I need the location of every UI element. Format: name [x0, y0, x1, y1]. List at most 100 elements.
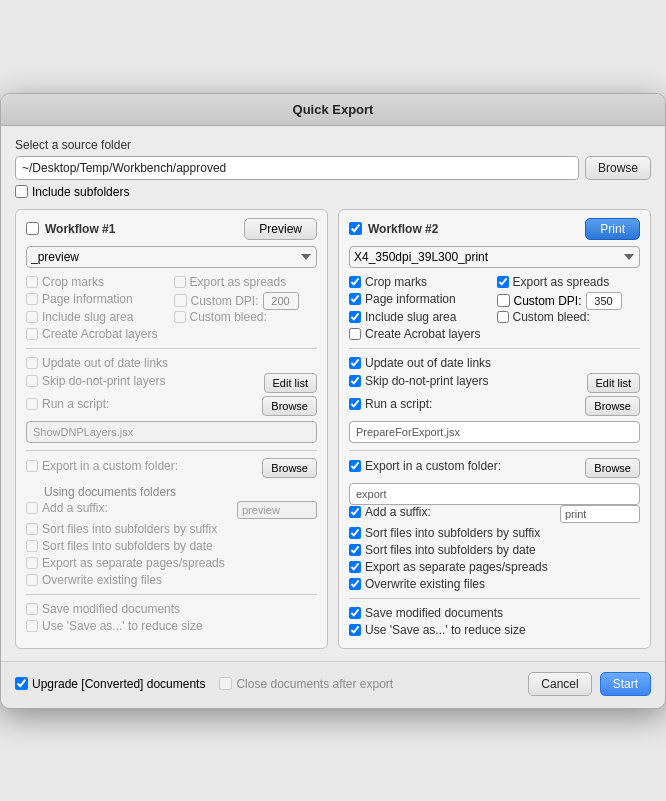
workflow2-suffix-label[interactable]: Add a suffix: — [365, 505, 431, 519]
workflow2-overwrite-checkbox[interactable] — [349, 578, 361, 590]
workflow2-page-info-label[interactable]: Page information — [365, 292, 456, 306]
workflow2-save-modified-label[interactable]: Save modified documents — [365, 606, 503, 620]
workflow1-slug-checkbox[interactable] — [26, 311, 38, 323]
workflow1-sort-suffix-label[interactable]: Sort files into subfolders by suffix — [42, 522, 217, 536]
workflow1-dropdown[interactable]: _preview — [26, 246, 317, 268]
workflow1-bleed-checkbox[interactable] — [174, 311, 186, 323]
workflow1-overwrite-label[interactable]: Overwrite existing files — [42, 573, 162, 587]
workflow2-browse-script-button[interactable]: Browse — [585, 396, 640, 416]
workflow1-suffix-label[interactable]: Add a suffix: — [42, 501, 108, 515]
workflow2-sort-date-label[interactable]: Sort files into subfolders by date — [365, 543, 536, 557]
include-subfolders-checkbox[interactable] — [15, 185, 28, 198]
workflow2-checkbox[interactable] — [349, 222, 362, 235]
workflow2-custom-folder-label[interactable]: Export in a custom folder: — [365, 459, 501, 473]
workflow2-layers-checkbox[interactable] — [349, 328, 361, 340]
workflow1-suffix-input[interactable] — [237, 501, 317, 519]
workflow1-custom-dpi-checkbox[interactable] — [174, 294, 187, 307]
workflow1-sort-date-checkbox[interactable] — [26, 540, 38, 552]
workflow2-sort-suffix-checkbox[interactable] — [349, 527, 361, 539]
workflow2-custom-folder-checkbox[interactable] — [349, 460, 361, 472]
workflow2-export-spreads-label[interactable]: Export as spreads — [513, 275, 610, 289]
close-docs-label[interactable]: Close documents after export — [236, 677, 393, 691]
workflow1-crop-marks-label[interactable]: Crop marks — [42, 275, 104, 289]
workflow2-bleed-label[interactable]: Custom bleed: — [513, 310, 590, 324]
workflow1-title[interactable]: Workflow #1 — [45, 222, 115, 236]
workflow2-skip-layers-checkbox[interactable] — [349, 375, 361, 387]
workflow1-browse-script-button[interactable]: Browse — [262, 396, 317, 416]
workflow1-overwrite-checkbox[interactable] — [26, 574, 38, 586]
workflow1-slug-label[interactable]: Include slug area — [42, 310, 133, 324]
workflow1-custom-dpi-label[interactable]: Custom DPI: — [191, 294, 259, 308]
start-button[interactable]: Start — [600, 672, 651, 696]
workflow1-custom-folder-checkbox[interactable] — [26, 460, 38, 472]
workflow2-bleed-checkbox[interactable] — [497, 311, 509, 323]
workflow2-sort-suffix-label[interactable]: Sort files into subfolders by suffix — [365, 526, 540, 540]
source-path-input[interactable] — [15, 156, 579, 180]
workflow2-run-script-label[interactable]: Run a script: — [365, 397, 432, 411]
workflow2-crop-marks-checkbox[interactable] — [349, 276, 361, 288]
workflow2-overwrite-label[interactable]: Overwrite existing files — [365, 577, 485, 591]
workflow2-export-separate-label[interactable]: Export as separate pages/spreads — [365, 560, 548, 574]
workflow1-save-modified-checkbox[interactable] — [26, 603, 38, 615]
workflow2-folder-input[interactable] — [349, 483, 640, 505]
workflow2-custom-dpi-label[interactable]: Custom DPI: — [514, 294, 582, 308]
workflow2-save-as-label[interactable]: Use 'Save as...' to reduce size — [365, 623, 526, 637]
workflow1-export-separate-label[interactable]: Export as separate pages/spreads — [42, 556, 225, 570]
workflow1-browse-folder-button[interactable]: Browse — [262, 458, 317, 478]
workflow1-export-spreads-label[interactable]: Export as spreads — [190, 275, 287, 289]
workflow1-save-modified-label[interactable]: Save modified documents — [42, 602, 180, 616]
workflow2-browse-folder-button[interactable]: Browse — [585, 458, 640, 478]
workflow2-suffix-input[interactable] — [560, 505, 640, 523]
workflow2-page-info-checkbox[interactable] — [349, 293, 361, 305]
workflow2-crop-marks-label[interactable]: Crop marks — [365, 275, 427, 289]
workflow1-bleed-label[interactable]: Custom bleed: — [190, 310, 267, 324]
workflow2-update-links-checkbox[interactable] — [349, 357, 361, 369]
workflow1-sort-date-label[interactable]: Sort files into subfolders by date — [42, 539, 213, 553]
workflow1-layers-checkbox[interactable] — [26, 328, 38, 340]
workflow2-custom-dpi-checkbox[interactable] — [497, 294, 510, 307]
workflow2-skip-layers-label[interactable]: Skip do-not-print layers — [365, 374, 488, 388]
close-docs-checkbox[interactable] — [219, 677, 232, 690]
workflow1-page-info-checkbox[interactable] — [26, 293, 38, 305]
workflow2-sort-date-checkbox[interactable] — [349, 544, 361, 556]
workflow1-dpi-input[interactable] — [263, 292, 299, 310]
workflow1-update-links-label[interactable]: Update out of date links — [42, 356, 168, 370]
workflow1-save-as-checkbox[interactable] — [26, 620, 38, 632]
upgrade-label[interactable]: Upgrade [Converted] documents — [32, 677, 205, 691]
workflow1-layers-label[interactable]: Create Acrobat layers — [42, 327, 157, 341]
workflow2-save-modified-checkbox[interactable] — [349, 607, 361, 619]
workflow2-save-as-checkbox[interactable] — [349, 624, 361, 636]
source-browse-button[interactable]: Browse — [585, 156, 651, 180]
workflow1-script-input[interactable] — [26, 421, 317, 443]
workflow2-slug-checkbox[interactable] — [349, 311, 361, 323]
workflow2-print-button[interactable]: Print — [585, 218, 640, 240]
include-subfolders-label[interactable]: Include subfolders — [32, 185, 129, 199]
workflow1-skip-layers-label[interactable]: Skip do-not-print layers — [42, 374, 165, 388]
workflow2-suffix-checkbox[interactable] — [349, 506, 361, 518]
workflow1-export-separate-checkbox[interactable] — [26, 557, 38, 569]
workflow1-page-info-label[interactable]: Page information — [42, 292, 133, 306]
upgrade-checkbox[interactable] — [15, 677, 28, 690]
workflow2-run-script-checkbox[interactable] — [349, 398, 361, 410]
workflow2-update-links-label[interactable]: Update out of date links — [365, 356, 491, 370]
workflow1-crop-marks-checkbox[interactable] — [26, 276, 38, 288]
workflow1-save-as-label[interactable]: Use 'Save as...' to reduce size — [42, 619, 203, 633]
workflow2-edit-list-button[interactable]: Edit list — [587, 373, 640, 393]
workflow2-slug-label[interactable]: Include slug area — [365, 310, 456, 324]
workflow2-title[interactable]: Workflow #2 — [368, 222, 438, 236]
cancel-button[interactable]: Cancel — [528, 672, 591, 696]
workflow1-preview-button[interactable]: Preview — [244, 218, 317, 240]
workflow1-edit-list-button[interactable]: Edit list — [264, 373, 317, 393]
workflow2-dpi-input[interactable] — [586, 292, 622, 310]
workflow1-sort-suffix-checkbox[interactable] — [26, 523, 38, 535]
workflow1-suffix-checkbox[interactable] — [26, 502, 38, 514]
workflow2-dropdown[interactable]: X4_350dpi_39L300_print — [349, 246, 640, 268]
workflow1-run-script-label[interactable]: Run a script: — [42, 397, 109, 411]
workflow1-export-spreads-checkbox[interactable] — [174, 276, 186, 288]
workflow2-script-input[interactable] — [349, 421, 640, 443]
workflow1-skip-layers-checkbox[interactable] — [26, 375, 38, 387]
workflow2-export-spreads-checkbox[interactable] — [497, 276, 509, 288]
workflow2-export-separate-checkbox[interactable] — [349, 561, 361, 573]
workflow1-update-links-checkbox[interactable] — [26, 357, 38, 369]
workflow1-checkbox[interactable] — [26, 222, 39, 235]
